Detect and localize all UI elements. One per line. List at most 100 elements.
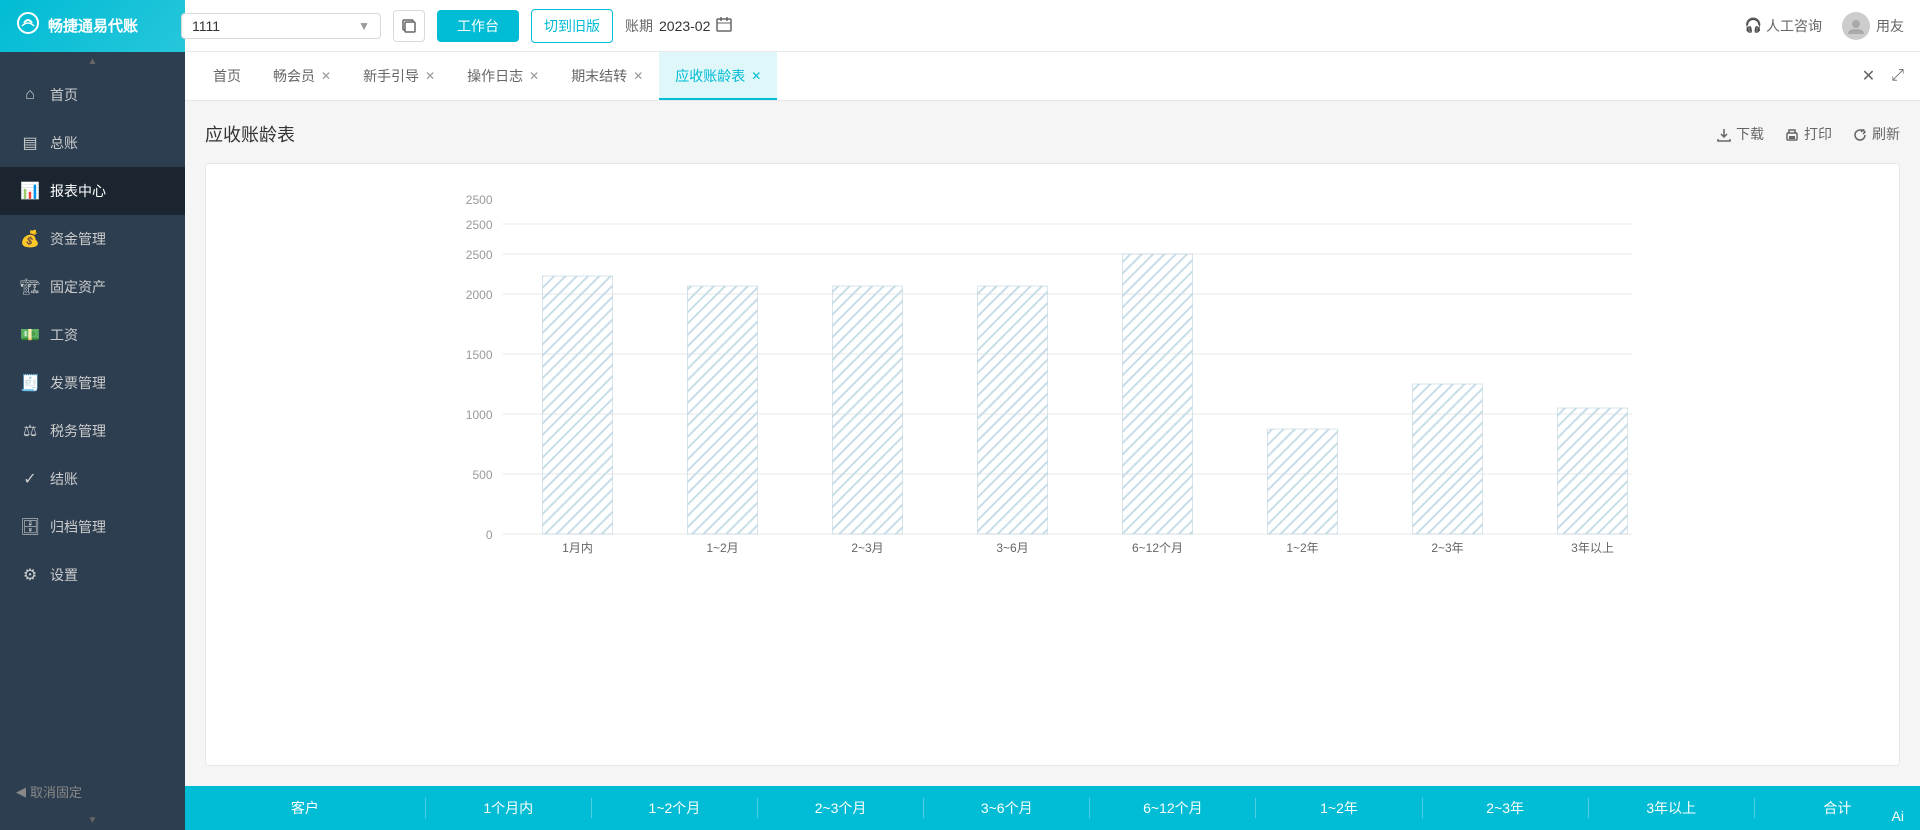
svg-text:2500: 2500 [466, 218, 493, 232]
svg-text:1~2年: 1~2年 [1286, 541, 1318, 555]
close-tab-button[interactable]: ✕ [1858, 62, 1879, 90]
sidebar-nav: ⌂ 首页 ▤总账 📊 报表中心 💰 资金管理 🏗固定资产 💵 工资 🧾发票管理⚖税务管理 ✓ 结账 🗄 归档… [0, 71, 185, 599]
sidebar-item-invoice[interactable]: 🧾发票管理 [0, 359, 185, 407]
sidebar-item-tax[interactable]: ⚖税务管理 [0, 407, 185, 455]
header-right: 🎧 人工咨询 用友 [1745, 12, 1904, 40]
table-header: 客户1个月内1~2个月2~3个月3~6个月6~12个月1~2年2~3年3年以上合… [185, 786, 1920, 830]
sidebar-item-funds[interactable]: 💰 资金管理 [0, 215, 185, 263]
headset-icon: 🎧 [1745, 17, 1762, 34]
tab-close-member[interactable]: ✕ [321, 69, 331, 83]
svg-text:1月内: 1月内 [562, 541, 593, 555]
page-header: 应收账龄表 下载 [205, 121, 1900, 147]
chevron-down-icon: ▼ [358, 19, 370, 33]
svg-text:6~12个月: 6~12个月 [1132, 541, 1183, 555]
home-icon: ⌂ [20, 86, 40, 104]
content-area: 首页畅会员✕新手引导✕操作日志✕期末结转✕应收账龄表✕ ✕ ⤢ 应收账龄表 [185, 52, 1920, 830]
expand-tab-button[interactable]: ⤢ [1887, 63, 1908, 89]
tab-list: 首页畅会员✕新手引导✕操作日志✕期末结转✕应收账龄表✕ [197, 52, 1856, 100]
sidebar-item-home[interactable]: ⌂ 首页 [0, 71, 185, 119]
copy-button[interactable] [393, 10, 425, 42]
settings-icon: ⚙ [20, 565, 40, 585]
tab-label-aging: 应收账龄表 [675, 66, 745, 86]
consult-label: 人工咨询 [1766, 16, 1822, 36]
reports-icon: 📊 [20, 181, 40, 201]
tab-oplog[interactable]: 操作日志✕ [451, 52, 555, 100]
tab-close-aging[interactable]: ✕ [751, 69, 761, 83]
logo-icon [16, 11, 40, 41]
svg-text:1~2月: 1~2月 [706, 541, 738, 555]
logo-area: 畅捷通易代账 [0, 0, 185, 52]
table-header-8: 3年以上 [1589, 798, 1755, 818]
sidebar-label-reports: 报表中心 [50, 181, 106, 201]
svg-text:3年以上: 3年以上 [1571, 541, 1614, 555]
tab-home[interactable]: 首页 [197, 52, 257, 100]
sidebar-label-funds: 资金管理 [50, 229, 106, 249]
sidebar: ▲ ⌂ 首页 ▤总账 📊 报表中心 💰 资金管理 🏗固定资产 💵 工资 🧾发票管理⚖税务管理 ✓ 结账 🗄… [0, 52, 185, 830]
main-layout: ▲ ⌂ 首页 ▤总账 📊 报表中心 💰 资金管理 🏗固定资产 💵 工资 🧾发票管理⚖税务管理 ✓ 结账 🗄… [0, 52, 1920, 830]
tab-aging[interactable]: 应收账龄表 ✕ [659, 52, 777, 100]
avatar [1842, 12, 1870, 40]
sidebar-label-archive: 归档管理 [50, 517, 106, 537]
svg-text:2~3年: 2~3年 [1431, 541, 1463, 555]
chart-container: 0 500 1000 1500 2000 2500 2500 2500 [205, 163, 1900, 766]
scroll-up-indicator: ▲ [0, 52, 185, 71]
table-header-1: 1个月内 [426, 798, 592, 818]
calendar-icon[interactable] [716, 16, 732, 35]
consult-button[interactable]: 🎧 人工咨询 [1745, 16, 1822, 36]
cancel-fixed-button[interactable]: ◀ 取消固定 [0, 772, 185, 811]
sidebar-label-settings: 设置 [50, 565, 78, 585]
period-label: 账期 [625, 16, 653, 36]
tab-member[interactable]: 畅会员✕ [257, 52, 347, 100]
refresh-button[interactable]: 刷新 [1852, 124, 1900, 144]
logo-text: 畅捷通易代账 [48, 15, 138, 36]
workbench-button[interactable]: 工作台 [437, 10, 519, 42]
period-area: 账期 2023-02 [625, 16, 732, 36]
sidebar-label-assets: 固定资产 [50, 277, 106, 297]
cancel-fixed-icon: ◀ [16, 784, 26, 800]
scroll-down-indicator: ▼ [0, 811, 185, 830]
tab-label-guide: 新手引导 [363, 66, 419, 86]
invoice-icon: 🧾 [20, 373, 40, 393]
svg-text:1500: 1500 [466, 348, 493, 362]
sidebar-label-home: 首页 [50, 85, 78, 105]
svg-text:2500: 2500 [466, 248, 493, 262]
archive-icon: 🗄 [20, 517, 40, 537]
checkout-icon: ✓ [20, 469, 40, 489]
sidebar-item-archive[interactable]: 🗄 归档管理 [0, 503, 185, 551]
tab-guide[interactable]: 新手引导 ✕ [347, 52, 451, 100]
download-button[interactable]: 下载 [1716, 124, 1764, 144]
sidebar-item-ledger[interactable]: ▤总账 [0, 119, 185, 167]
top-header: 畅捷通易代账 1111 ▼ 工作台 切到旧版 账期 2023-02 🎧 人工咨询 [0, 0, 1920, 52]
user-area[interactable]: 用友 [1842, 12, 1904, 40]
table-header-3: 2~3个月 [758, 798, 924, 818]
tab-close-guide[interactable]: ✕ [425, 69, 435, 83]
table-header-5: 6~12个月 [1090, 798, 1256, 818]
download-icon [1716, 125, 1732, 142]
tab-close-oplog[interactable]: ✕ [529, 69, 539, 83]
company-selector[interactable]: 1111 ▼ [181, 13, 381, 39]
page-title: 应收账龄表 [205, 121, 295, 147]
sidebar-item-checkout[interactable]: ✓ 结账 [0, 455, 185, 503]
print-button[interactable]: 打印 [1784, 124, 1832, 144]
ai-badge[interactable]: Ai [1876, 802, 1920, 830]
tab-close-periodend[interactable]: ✕ [633, 69, 643, 83]
salary-icon: 💵 [20, 325, 40, 345]
switch-version-button[interactable]: 切到旧版 [531, 9, 613, 43]
print-icon [1784, 125, 1800, 142]
tab-periodend[interactable]: 期末结转✕ [555, 52, 659, 100]
page-actions: 下载 打印 [1716, 124, 1900, 144]
sidebar-item-reports[interactable]: 📊 报表中心 [0, 167, 185, 215]
refresh-label: 刷新 [1872, 124, 1900, 144]
table-header-0: 客户 [185, 798, 426, 818]
tab-label-home: 首页 [213, 66, 241, 86]
funds-icon: 💰 [20, 229, 40, 249]
svg-text:2500: 2500 [466, 193, 493, 207]
sidebar-label-checkout: 结账 [50, 469, 78, 489]
tab-bar-actions: ✕ ⤢ [1858, 62, 1908, 90]
sidebar-item-salary[interactable]: 💵 工资 [0, 311, 185, 359]
sidebar-item-assets[interactable]: 🏗固定资产 [0, 263, 185, 311]
tab-bar: 首页畅会员✕新手引导✕操作日志✕期末结转✕应收账龄表✕ ✕ ⤢ [185, 52, 1920, 101]
table-header-7: 2~3年 [1423, 798, 1589, 818]
sidebar-label-salary: 工资 [50, 325, 78, 345]
sidebar-item-settings[interactable]: ⚙ 设置 [0, 551, 185, 599]
